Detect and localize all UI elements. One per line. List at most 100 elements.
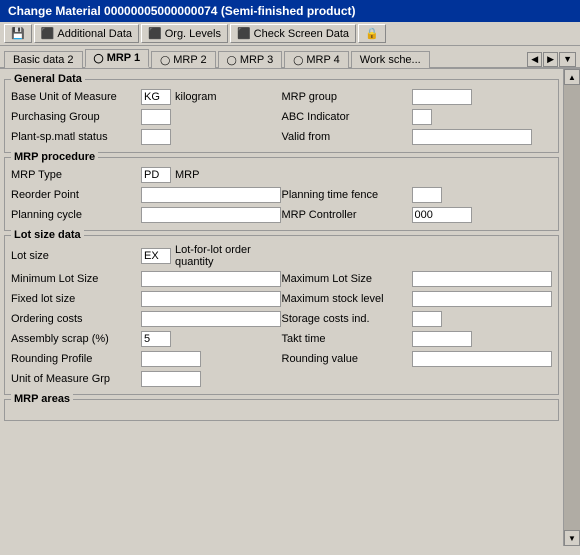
- mrp-type-input[interactable]: [141, 167, 171, 183]
- purchasing-group-label: Purchasing Group: [11, 111, 141, 123]
- mrp-procedure-section: MRP procedure MRP Type MRP Reorder Point: [4, 157, 559, 231]
- rounding-value-input[interactable]: [412, 351, 552, 367]
- lot-size-input[interactable]: [141, 248, 171, 264]
- takt-time-label: Takt time: [282, 333, 412, 345]
- uom-grp-row: Unit of Measure Grp: [11, 370, 552, 388]
- additional-data-label: Additional Data: [57, 28, 132, 40]
- max-stock-label: Maximum stock level: [282, 293, 412, 305]
- ordering-costs-label: Ordering costs: [11, 313, 141, 325]
- org-levels-button[interactable]: ⬛ Org. Levels: [141, 24, 228, 43]
- tab-basic-data-2[interactable]: Basic data 2: [4, 51, 83, 68]
- mrp-type-label: MRP Type: [11, 169, 141, 181]
- planning-cycle-row: Planning cycle MRP Controller: [11, 206, 552, 224]
- scroll-up-button[interactable]: ▲: [564, 69, 580, 85]
- assembly-scrap-label: Assembly scrap (%): [11, 333, 141, 345]
- scroll-down-button[interactable]: ▼: [564, 530, 580, 546]
- lot-size-section: Lot size data Lot size Lot-for-lot order…: [4, 235, 559, 395]
- base-unit-text: kilogram: [175, 91, 217, 103]
- org-levels-icon: ⬛: [148, 27, 162, 40]
- check-screen-label: Check Screen Data: [254, 28, 349, 40]
- radio-icon-mrp2: ◯: [160, 55, 170, 65]
- min-lot-label: Minimum Lot Size: [11, 273, 141, 285]
- radio-icon-mrp1: ◯: [94, 53, 104, 63]
- purchasing-group-row: Purchasing Group ABC Indicator: [11, 108, 552, 126]
- min-lot-row: Minimum Lot Size Maximum Lot Size: [11, 270, 552, 288]
- ordering-costs-input[interactable]: [141, 311, 281, 327]
- title-bar: Change Material 00000005000000074 (Semi-…: [0, 0, 580, 22]
- mrp-group-input[interactable]: [412, 89, 472, 105]
- tab-nav-menu[interactable]: ▼: [559, 52, 576, 67]
- tab-mrp-1-label: MRP 1: [107, 52, 140, 64]
- fixed-lot-row: Fixed lot size Maximum stock level: [11, 290, 552, 308]
- scroll-track[interactable]: [564, 85, 580, 530]
- tab-mrp-3[interactable]: ◯ MRP 3: [218, 51, 283, 68]
- mrp-controller-label: MRP Controller: [282, 209, 412, 221]
- mrp-procedure-title: MRP procedure: [11, 151, 98, 163]
- planning-fence-input[interactable]: [412, 187, 442, 203]
- valid-from-input[interactable]: [412, 129, 532, 145]
- base-unit-input[interactable]: [141, 89, 171, 105]
- base-unit-label: Base Unit of Measure: [11, 91, 141, 103]
- mrp-type-text: MRP: [175, 169, 199, 181]
- storage-costs-label: Storage costs ind.: [282, 313, 412, 325]
- org-levels-label: Org. Levels: [165, 28, 221, 40]
- radio-icon-mrp3: ◯: [227, 55, 237, 65]
- purchasing-group-input[interactable]: [141, 109, 171, 125]
- max-stock-input[interactable]: [412, 291, 552, 307]
- additional-data-button[interactable]: ⬛ Additional Data: [34, 24, 139, 43]
- toolbar: 💾 ⬛ Additional Data ⬛ Org. Levels ⬛ Chec…: [0, 22, 580, 46]
- mrp-type-row: MRP Type MRP: [11, 166, 552, 184]
- max-lot-input[interactable]: [412, 271, 552, 287]
- tab-work-schedule-label: Work sche...: [360, 54, 421, 66]
- mrp-controller-input[interactable]: [412, 207, 472, 223]
- rounding-value-label: Rounding value: [282, 353, 412, 365]
- base-unit-row: Base Unit of Measure kilogram MRP group: [11, 88, 552, 106]
- tab-mrp-2[interactable]: ◯ MRP 2: [151, 51, 216, 68]
- assembly-scrap-input[interactable]: [141, 331, 171, 347]
- radio-icon-mrp4: ◯: [293, 55, 303, 65]
- takt-time-input[interactable]: [412, 331, 472, 347]
- additional-data-icon: ⬛: [41, 27, 55, 40]
- tab-basic-data-2-label: Basic data 2: [13, 54, 74, 66]
- rounding-profile-row: Rounding Profile Rounding value: [11, 350, 552, 368]
- reorder-point-label: Reorder Point: [11, 189, 141, 201]
- plant-status-input[interactable]: [141, 129, 171, 145]
- tab-mrp-3-label: MRP 3: [240, 54, 273, 66]
- tab-nav-next[interactable]: ▶: [543, 52, 558, 67]
- tab-mrp-4[interactable]: ◯ MRP 4: [284, 51, 349, 68]
- tab-mrp-1[interactable]: ◯ MRP 1: [85, 49, 150, 68]
- window-title: Change Material 00000005000000074 (Semi-…: [8, 4, 355, 18]
- planning-cycle-label: Planning cycle: [11, 209, 141, 221]
- lot-size-text: Lot-for-lot order quantity: [175, 244, 282, 268]
- fixed-lot-input[interactable]: [141, 291, 281, 307]
- tab-work-schedule[interactable]: Work sche...: [351, 51, 430, 68]
- save-button[interactable]: 💾: [4, 24, 32, 43]
- planning-cycle-input[interactable]: [141, 207, 281, 223]
- scrollbar: ▲ ▼: [563, 69, 580, 546]
- uom-grp-label: Unit of Measure Grp: [11, 373, 141, 385]
- lot-size-label: Lot size: [11, 250, 141, 262]
- min-lot-input[interactable]: [141, 271, 281, 287]
- rounding-profile-label: Rounding Profile: [11, 353, 141, 365]
- mrp-areas-title: MRP areas: [11, 393, 73, 405]
- reorder-point-row: Reorder Point Planning time fence: [11, 186, 552, 204]
- assembly-scrap-row: Assembly scrap (%) Takt time: [11, 330, 552, 348]
- rounding-profile-input[interactable]: [141, 351, 201, 367]
- lock-button[interactable]: 🔒: [358, 24, 386, 43]
- fixed-lot-label: Fixed lot size: [11, 293, 141, 305]
- lot-size-title: Lot size data: [11, 229, 84, 241]
- uom-grp-input[interactable]: [141, 371, 201, 387]
- check-screen-data-button[interactable]: ⬛ Check Screen Data: [230, 24, 356, 43]
- tabs-row: Basic data 2 ◯ MRP 1 ◯ MRP 2 ◯ MRP 3 ◯ M…: [0, 46, 580, 69]
- lot-size-row: Lot size Lot-for-lot order quantity: [11, 244, 552, 268]
- lock-icon: 🔒: [365, 27, 379, 40]
- tab-nav-prev[interactable]: ◀: [527, 52, 542, 67]
- max-lot-label: Maximum Lot Size: [282, 273, 412, 285]
- save-icon: 💾: [11, 27, 25, 40]
- planning-fence-label: Planning time fence: [282, 189, 412, 201]
- tab-mrp-4-label: MRP 4: [306, 54, 339, 66]
- abc-indicator-input[interactable]: [412, 109, 432, 125]
- reorder-point-input[interactable]: [141, 187, 281, 203]
- storage-costs-input[interactable]: [412, 311, 442, 327]
- ordering-costs-row: Ordering costs Storage costs ind.: [11, 310, 552, 328]
